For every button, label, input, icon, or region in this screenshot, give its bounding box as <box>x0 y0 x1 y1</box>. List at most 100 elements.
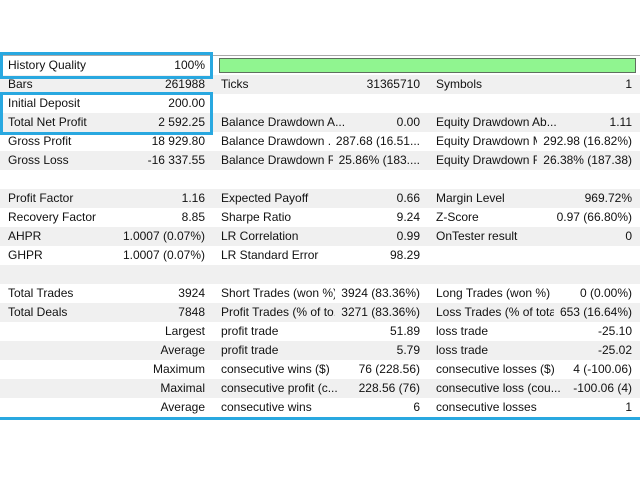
stat-row[interactable]: Recovery Factor 8.85 Sharpe Ratio 9.24 Z-Sco… <box>0 208 640 227</box>
stat-label: Bars <box>8 77 33 91</box>
stat-label: Z-Score <box>436 210 479 224</box>
stat-cell-left: Average <box>0 398 213 417</box>
stat-label: Total Net Profit <box>8 115 87 129</box>
stat-cell-mid: profit trade 51.89 <box>213 322 428 341</box>
stat-value: 1.0007 (0.07%) <box>122 229 205 243</box>
stat-cell-right: Margin Level 969.72% <box>428 189 640 208</box>
stat-row[interactable]: AHPR 1.0007 (0.07%) LR Correlation 0.99 OnTe… <box>0 227 640 246</box>
stat-value: 1.16 <box>181 191 205 205</box>
stat-value: 653 (16.64%) <box>559 305 632 319</box>
stat-row[interactable]: Profit Factor 1.16 Expected Payoff 0.66 Marg… <box>0 189 640 208</box>
stat-value: Maximum <box>152 362 205 376</box>
history-quality-progress-bar <box>219 58 636 73</box>
stat-cell-mid: Balance Drawdown R... 25.86% (183.... <box>213 151 428 170</box>
stat-value: 31365710 <box>366 77 420 91</box>
stat-cell-left: Gross Profit 18 929.80 <box>0 132 213 151</box>
stat-label: Total Deals <box>8 305 68 319</box>
stat-value: 4 (-100.06) <box>573 362 632 376</box>
stat-label: Sharpe Ratio <box>221 210 292 224</box>
stat-row[interactable]: Average profit trade 5.79 loss trade -25.02 <box>0 341 640 360</box>
stat-value: 1.11 <box>609 115 632 129</box>
stat-row[interactable]: Average consecutive wins 6 consecutive loss… <box>0 398 640 417</box>
stat-value <box>414 94 420 113</box>
stat-value: 98.29 <box>389 248 420 262</box>
stat-label <box>436 246 626 265</box>
stat-cell-left: Recovery Factor 8.85 <box>0 208 213 227</box>
stat-label: LR Correlation <box>221 229 299 243</box>
stat-cell-right <box>428 246 640 265</box>
stat-label: consecutive wins <box>221 400 312 414</box>
stat-row[interactable]: Gross Profit 18 929.80 Balance Drawdown ..… <box>0 132 640 151</box>
history-quality-progress-fill <box>220 59 635 72</box>
stat-value: 287.68 (16.51... <box>335 134 420 148</box>
stat-row[interactable]: Total Deals 7848 Profit Trades (% of to...… <box>0 303 640 322</box>
stat-label: Recovery Factor <box>8 210 97 224</box>
stat-row[interactable]: Gross Loss -16 337.55 Balance Drawdown R..… <box>0 151 640 170</box>
stat-label: loss trade <box>436 343 489 357</box>
stat-value: -25.02 <box>597 343 632 357</box>
stat-value: 0.99 <box>396 229 420 243</box>
stat-cell-right: Loss Trades (% of total) 653 (16.64%) <box>428 303 640 322</box>
stat-row[interactable]: Total Trades 3924 Short Trades (won %) 3924… <box>0 284 640 303</box>
stat-label: Equity Drawdown Ma... <box>436 134 537 148</box>
stat-label: Ticks <box>221 77 249 91</box>
stat-value <box>626 94 632 113</box>
stat-value: 5.79 <box>396 343 420 357</box>
stat-value: Average <box>160 400 205 414</box>
stat-row[interactable]: History Quality 100% <box>0 56 640 75</box>
stat-cell-left: History Quality 100% <box>0 56 213 75</box>
stat-cell-left: Average <box>0 341 213 360</box>
stat-value: 228.56 (76) <box>358 381 420 395</box>
stat-value: -25.10 <box>597 324 632 338</box>
stat-label <box>8 341 155 360</box>
stat-value: 100% <box>174 58 205 72</box>
stat-cell-mid: Balance Drawdown A... 0.00 <box>213 113 428 132</box>
stat-value: 51.89 <box>389 324 420 338</box>
stat-row[interactable]: Bars 261988 Ticks 31365710 Symbols 1 <box>0 75 640 94</box>
stat-label: Total Trades <box>8 286 74 300</box>
stat-value: Average <box>160 343 205 357</box>
spacer-row <box>0 170 640 189</box>
stat-label: consecutive losses ($) <box>436 362 555 376</box>
stat-row[interactable]: Maximal consecutive profit (c... 228.56 (7… <box>0 379 640 398</box>
stat-value: 3271 (83.36%) <box>341 305 420 319</box>
stat-row[interactable]: Largest profit trade 51.89 loss trade -25.10 <box>0 322 640 341</box>
stat-cell-mid: consecutive wins ($) 76 (228.56) <box>213 360 428 379</box>
stat-value: 18 929.80 <box>151 134 205 148</box>
stat-cell-mid: LR Standard Error 98.29 <box>213 246 428 265</box>
stat-row[interactable]: Initial Deposit 200.00 <box>0 94 640 113</box>
stat-cell-left: Initial Deposit 200.00 <box>0 94 213 113</box>
stat-label <box>8 322 159 341</box>
stat-value: 9.24 <box>396 210 420 224</box>
stat-cell-left: AHPR 1.0007 (0.07%) <box>0 227 213 246</box>
stat-row[interactable]: GHPR 1.0007 (0.07%) LR Standard Error 98.29 <box>0 246 640 265</box>
stat-value: 969.72% <box>584 191 632 205</box>
stat-value: 1 <box>625 400 632 414</box>
stat-cell-right: Z-Score 0.97 (66.80%) <box>428 208 640 227</box>
stat-row[interactable]: Maximum consecutive wins ($) 76 (228.56) co… <box>0 360 640 379</box>
stat-value: 1.0007 (0.07%) <box>122 248 205 262</box>
stat-label: Balance Drawdown A... <box>221 115 346 129</box>
stat-label: consecutive profit (c... <box>221 381 338 395</box>
stat-label: OnTester result <box>436 229 518 243</box>
stat-label: Short Trades (won %) <box>221 286 336 300</box>
stat-label: profit trade <box>221 343 279 357</box>
stat-label: Balance Drawdown ... <box>221 134 330 148</box>
stat-value: 261988 <box>164 77 205 91</box>
stat-cell-mid: Ticks 31365710 <box>213 75 428 94</box>
stat-value: 0.97 (66.80%) <box>556 210 632 224</box>
stat-cell-mid: Expected Payoff 0.66 <box>213 189 428 208</box>
stat-row[interactable]: Total Net Profit 2 592.25 Balance Drawdown… <box>0 113 640 132</box>
stat-label: Balance Drawdown R... <box>221 153 333 167</box>
stat-value: 25.86% (183.... <box>338 153 420 167</box>
stat-label: consecutive losses <box>436 400 537 414</box>
stat-label: Equity Drawdown Ab... <box>436 115 557 129</box>
stat-cell-left: Total Deals 7848 <box>0 303 213 322</box>
stat-label: Long Trades (won %) <box>436 286 551 300</box>
stat-label: AHPR <box>8 229 42 243</box>
stat-label: Gross Profit <box>8 134 72 148</box>
stat-value: 76 (228.56) <box>358 362 420 376</box>
stat-cell-mid: Balance Drawdown ... 287.68 (16.51... <box>213 132 428 151</box>
stat-value: 6 <box>413 400 420 414</box>
stat-cell-right: consecutive loss (cou... -100.06 (4) <box>428 379 640 398</box>
